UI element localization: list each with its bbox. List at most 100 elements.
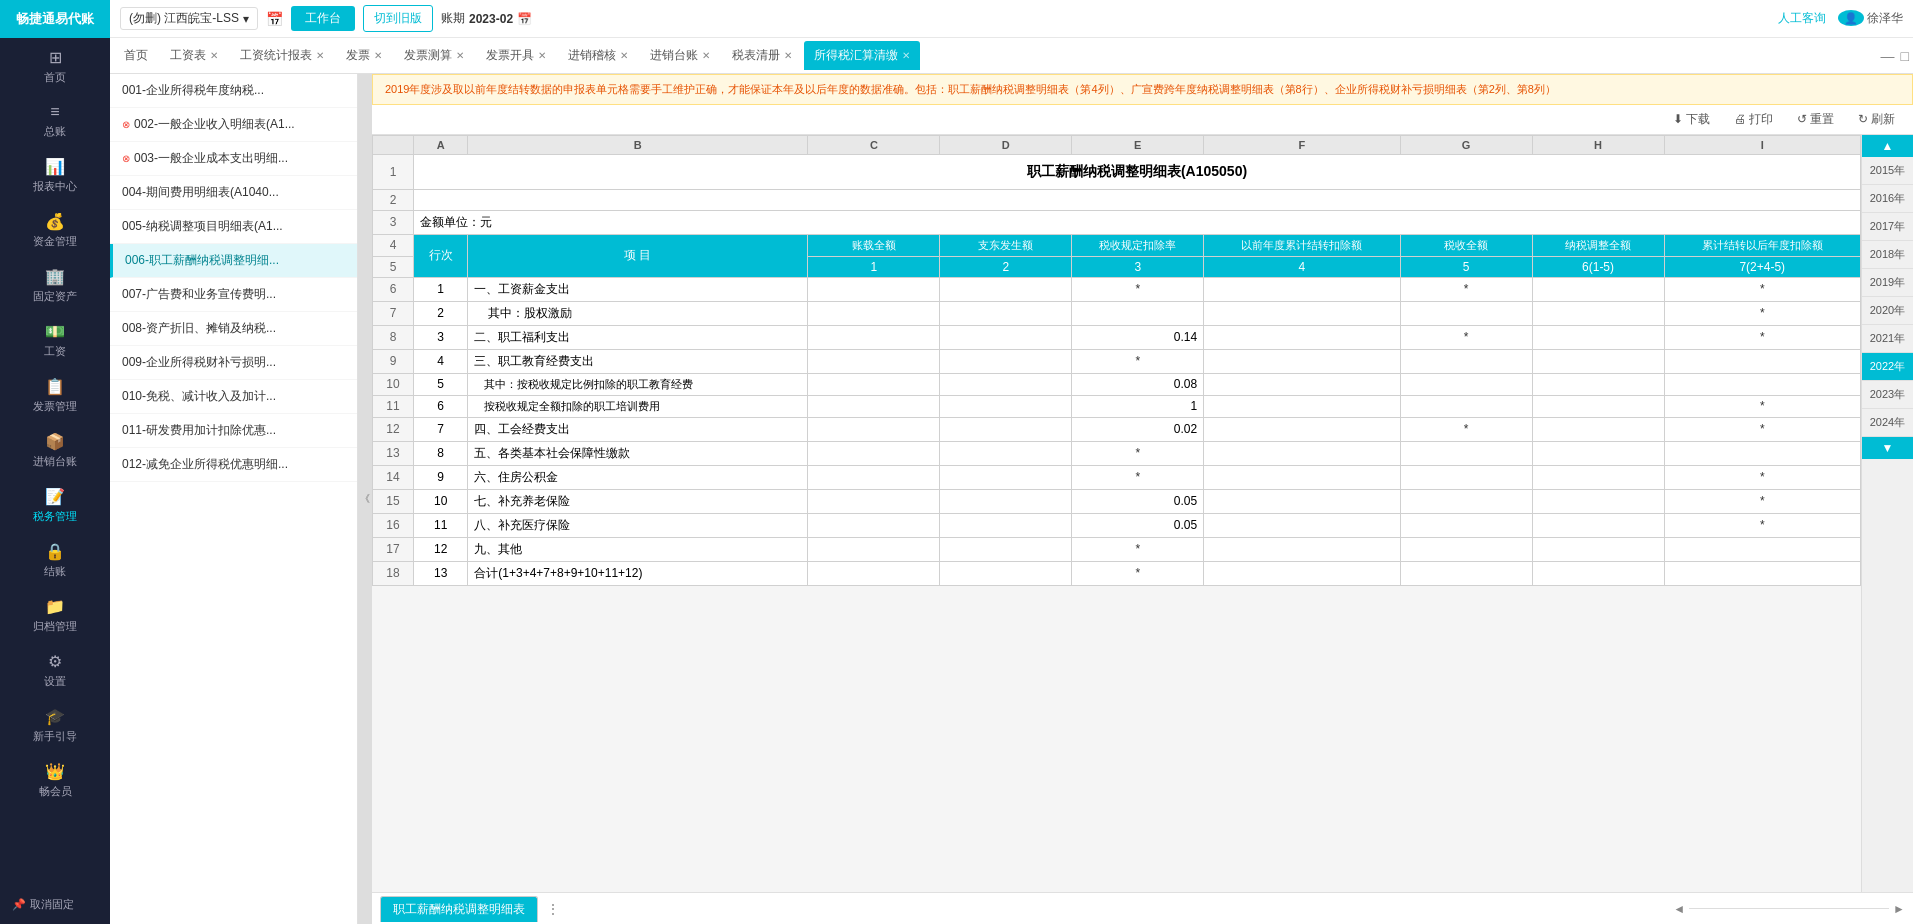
support-link[interactable]: 人工客询 [1778, 10, 1826, 27]
form-item-001[interactable]: 001-企业所得税年度纳税... [110, 74, 357, 108]
topbar: (勿删) 江西皖宝-LSS ▾ 📅 工作台 切到旧版 账期 2023-02 📅 … [110, 0, 1913, 38]
table-row: 10 5 其中：按税收规定比例扣除的职工教育经费 0.08 [373, 373, 1861, 395]
sidebar-item-vip[interactable]: 👑 畅会员 [0, 752, 110, 807]
col-header-a: A [414, 135, 468, 154]
tab-close-payroll[interactable]: ✕ [210, 50, 218, 61]
sidebar-item-tax-mgmt[interactable]: 📝 税务管理 [0, 477, 110, 532]
form-item-010[interactable]: 010-免税、减计收入及加计... [110, 380, 357, 414]
calendar-icon: 📅 [266, 11, 283, 27]
year-item-2021[interactable]: 2021年 [1862, 325, 1913, 353]
reset-button[interactable]: ↺ 重置 [1791, 109, 1840, 130]
tab-minimize-icon[interactable]: — [1881, 48, 1895, 64]
sidebar-item-home[interactable]: ⊞ 首页 [0, 38, 110, 93]
sidebar-item-closing[interactable]: 🔒 结账 [0, 532, 110, 587]
scroll-left-icon[interactable]: ◄ [1673, 902, 1685, 916]
year-item-2022[interactable]: 2022年 [1862, 353, 1913, 381]
year-sidebar: ▲ 2015年 2016年 2017年 2018年 2019年 2020年 20… [1861, 135, 1913, 893]
form-item-007[interactable]: 007-广告费和业务宣传费明... [110, 278, 357, 312]
form-item-012[interactable]: 012-减免企业所得税优惠明细... [110, 448, 357, 482]
sub-col-d: 2 [940, 256, 1072, 277]
tab-tax-clear[interactable]: 税表清册 ✕ [722, 41, 802, 70]
form-item-005[interactable]: 005-纳税调整项目明细表(A1... [110, 210, 357, 244]
refresh-button[interactable]: ↻ 刷新 [1852, 109, 1901, 130]
form-item-006[interactable]: 006-职工薪酬纳税调整明细... [110, 244, 357, 278]
year-item-2015[interactable]: 2015年 [1862, 157, 1913, 185]
collapse-panel-button[interactable]: 《 [358, 74, 372, 924]
tab-close-income-tax[interactable]: ✕ [902, 50, 910, 61]
form-item-label: 009-企业所得税财补亏损明... [122, 354, 276, 371]
error-icon: ⊗ [122, 119, 130, 130]
tab-close-tax-clear[interactable]: ✕ [784, 50, 792, 61]
table-row: 17 12 九、其他 * [373, 537, 1861, 561]
bottom-tab-sheet[interactable]: 职工薪酬纳税调整明细表 [380, 896, 538, 922]
tab-purchase-verify[interactable]: 进销稽核 ✕ [558, 41, 638, 70]
tab-invoice-open[interactable]: 发票开具 ✕ [476, 41, 556, 70]
year-item-2023[interactable]: 2023年 [1862, 381, 1913, 409]
bottom-tab-menu-icon[interactable]: ⋮ [546, 901, 560, 917]
year-item-2019[interactable]: 2019年 [1862, 269, 1913, 297]
switch-version-button[interactable]: 切到旧版 [363, 5, 433, 32]
form-item-008[interactable]: 008-资产折旧、摊销及纳税... [110, 312, 357, 346]
sidebar-item-asset-mgmt[interactable]: 💰 资金管理 [0, 202, 110, 257]
tab-close-invoice-calc[interactable]: ✕ [456, 50, 464, 61]
year-item-2020[interactable]: 2020年 [1862, 297, 1913, 325]
sheet-toolbar: ⬇ 下载 🖨 打印 ↺ 重置 ↻ 刷新 [372, 105, 1913, 135]
year-item-2024[interactable]: 2024年 [1862, 409, 1913, 437]
sidebar-item-new-guide[interactable]: 🎓 新手引导 [0, 697, 110, 752]
year-item-2017[interactable]: 2017年 [1862, 213, 1913, 241]
form-item-009[interactable]: 009-企业所得税财补亏损明... [110, 346, 357, 380]
year-nav-up[interactable]: ▲ [1862, 135, 1913, 157]
home-icon: ⊞ [49, 48, 62, 67]
tab-payroll-report[interactable]: 工资统计报表 ✕ [230, 41, 334, 70]
tabs-controls: — □ [1881, 48, 1909, 64]
form-item-003[interactable]: ⊗ 003-一般企业成本支出明细... [110, 142, 357, 176]
sidebar-item-ledger[interactable]: ≡ 总账 [0, 93, 110, 147]
tab-income-tax[interactable]: 所得税汇算清缴 ✕ [804, 41, 920, 70]
workspace-button[interactable]: 工作台 [291, 6, 355, 31]
refresh-icon: ↻ [1858, 112, 1868, 126]
form-item-011[interactable]: 011-研发费用加计扣除优惠... [110, 414, 357, 448]
sidebar-item-invoice-mgmt[interactable]: 📋 发票管理 [0, 367, 110, 422]
company-selector[interactable]: (勿删) 江西皖宝-LSS ▾ [120, 7, 258, 30]
tab-invoice-calc[interactable]: 发票测算 ✕ [394, 41, 474, 70]
form-item-label: 011-研发费用加计扣除优惠... [122, 422, 276, 439]
sidebar-item-fixed-asset[interactable]: 🏢 固定资产 [0, 257, 110, 312]
pin-icon: 📌 [12, 898, 26, 911]
table-row: 8 3 二、职工福利支出 0.14 * * [373, 325, 1861, 349]
sidebar-bottom: 📌 取消固定 [0, 885, 110, 924]
sub-col-c: 1 [808, 256, 940, 277]
sidebar-item-settings[interactable]: ⚙ 设置 [0, 642, 110, 697]
col-header-e: E [1072, 135, 1204, 154]
tab-payroll[interactable]: 工资表 ✕ [160, 41, 228, 70]
year-item-2016[interactable]: 2016年 [1862, 185, 1913, 213]
form-item-label: 010-免税、减计收入及加计... [122, 388, 276, 405]
tab-close-purchase-verify[interactable]: ✕ [620, 50, 628, 61]
tab-invoice[interactable]: 发票 ✕ [336, 41, 392, 70]
sidebar-item-purchase-sale[interactable]: 📦 进销台账 [0, 422, 110, 477]
year-item-2018[interactable]: 2018年 [1862, 241, 1913, 269]
download-button[interactable]: ⬇ 下载 [1667, 109, 1716, 130]
year-nav-down[interactable]: ▼ [1862, 437, 1913, 459]
tab-purchase-ledger[interactable]: 进销台账 ✕ [640, 41, 720, 70]
col-f-header: 以前年度累计结转扣除额 [1204, 234, 1400, 256]
sidebar-item-payroll[interactable]: 💵 工资 [0, 312, 110, 367]
cancel-fixed-btn[interactable]: 📌 取消固定 [8, 893, 102, 916]
tab-close-purchase-ledger[interactable]: ✕ [702, 50, 710, 61]
tab-home[interactable]: 首页 [114, 41, 158, 70]
table-row: 16 11 八、补充医疗保险 0.05 * [373, 513, 1861, 537]
scroll-right-icon[interactable]: ► [1893, 902, 1905, 916]
form-item-label: 004-期间费用明细表(A1040... [122, 184, 279, 201]
tab-close-invoice-open[interactable]: ✕ [538, 50, 546, 61]
unit-label: 金额单位：元 [414, 210, 1861, 234]
sidebar-item-archive[interactable]: 📁 归档管理 [0, 587, 110, 642]
form-item-002[interactable]: ⊗ 002-一般企业收入明细表(A1... [110, 108, 357, 142]
tab-close-invoice[interactable]: ✕ [374, 50, 382, 61]
spreadsheet-main[interactable]: A B C D E F G H I [372, 135, 1861, 893]
sidebar-item-report[interactable]: 📊 报表中心 [0, 147, 110, 202]
tab-close-payroll-report[interactable]: ✕ [316, 50, 324, 61]
bottom-nav: ◄ ► [1673, 902, 1905, 916]
print-button[interactable]: 🖨 打印 [1728, 109, 1779, 130]
form-item-004[interactable]: 004-期间费用明细表(A1040... [110, 176, 357, 210]
tab-maximize-icon[interactable]: □ [1901, 48, 1909, 64]
col-header-f: F [1204, 135, 1400, 154]
